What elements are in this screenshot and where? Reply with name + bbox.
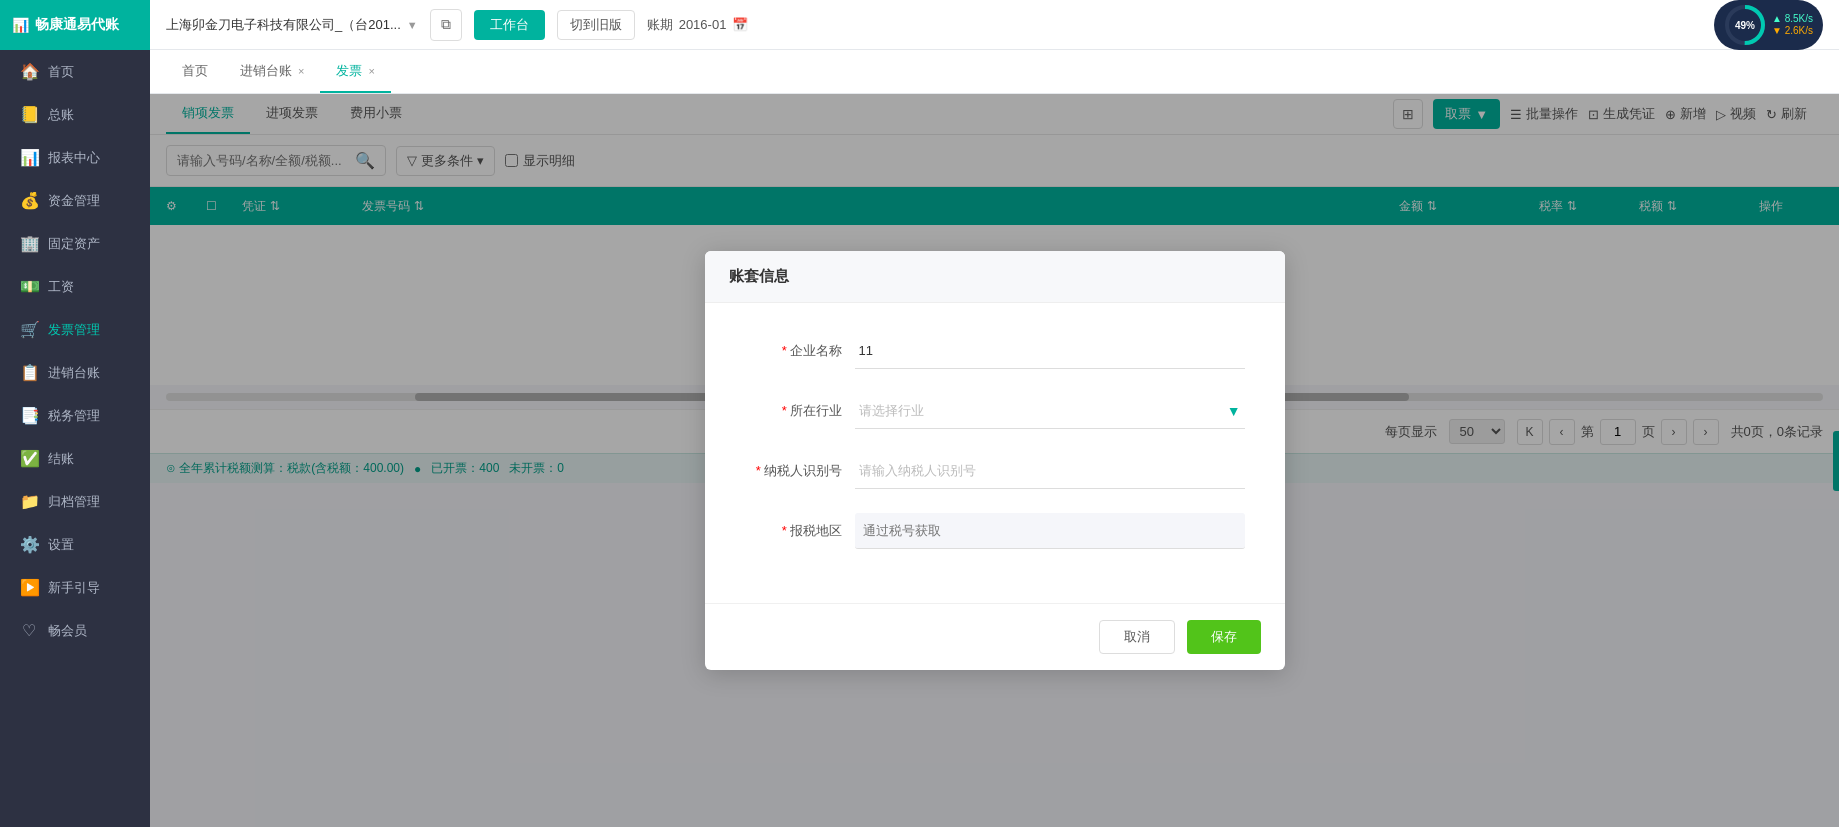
archive-icon: 📁 [20, 492, 38, 511]
sidebar-label-tax-mgmt: 税务管理 [48, 407, 100, 425]
settlement-icon: ✅ [20, 449, 38, 468]
sidebar-item-reports[interactable]: 📊 报表中心 [0, 136, 150, 179]
form-row-tax-id: * 纳税人识别号 [745, 453, 1245, 489]
guide-icon: ▶️ [20, 578, 38, 597]
logo-text: 畅康通易代账 [35, 16, 119, 34]
form-label-industry: * 所在行业 [745, 402, 855, 420]
sidebar-label-ledger: 总账 [48, 106, 74, 124]
form-label-company-name: * 企业名称 [745, 342, 855, 360]
sidebar-item-funds[interactable]: 💰 资金管理 [0, 179, 150, 222]
form-row-company-name: * 企业名称 [745, 333, 1245, 369]
sidebar-item-payroll[interactable]: 💵 工资 [0, 265, 150, 308]
company-selector[interactable]: 上海卯金刀电子科技有限公司_（台201... ▼ [166, 16, 418, 34]
logo-icon: 📊 [12, 17, 29, 33]
speed-info: ▲ 8.5K/s ▼ 2.6K/s [1772, 13, 1813, 36]
cancel-button[interactable]: 取消 [1099, 620, 1175, 654]
sidebar-label-fixed-assets: 固定资产 [48, 235, 100, 253]
sidebar-item-fixed-assets[interactable]: 🏢 固定资产 [0, 222, 150, 265]
sidebar-logo: 📊 畅康通易代账 [0, 0, 150, 50]
tabbar: 首页进销台账 ×发票 × [150, 50, 1839, 94]
ledger-icon: 📒 [20, 105, 38, 124]
sidebar-item-purchase-sale[interactable]: 📋 进销台账 [0, 351, 150, 394]
sidebar-item-invoice-mgmt[interactable]: 🛒 发票管理 [0, 308, 150, 351]
tab-home[interactable]: 首页 [166, 50, 224, 93]
dialog-title: 账套信息 [705, 251, 1285, 303]
sidebar-label-reports: 报表中心 [48, 149, 100, 167]
field-tax-id[interactable] [855, 453, 1245, 489]
tax-mgmt-icon: 📑 [20, 406, 38, 425]
topbar-copy-icon[interactable]: ⧉ [430, 9, 462, 41]
select-arrow-industry: ▼ [1227, 403, 1241, 419]
sidebar-label-funds: 资金管理 [48, 192, 100, 210]
percent-circle: 49% [1724, 4, 1766, 46]
sidebar-label-guide: 新手引导 [48, 579, 100, 597]
sidebar-item-settlement[interactable]: ✅ 结账 [0, 437, 150, 480]
form-label-tax-region: * 报税地区 [745, 522, 855, 540]
company-name: 上海卯金刀电子科技有限公司_（台201... [166, 16, 401, 34]
sidebar-label-home: 首页 [48, 63, 74, 81]
sidebar-item-settings[interactable]: ⚙️ 设置 [0, 523, 150, 566]
switch-old-button[interactable]: 切到旧版 [557, 10, 635, 40]
speed-down: ▼ 2.6K/s [1772, 25, 1813, 36]
sidebar-label-archive: 归档管理 [48, 493, 100, 511]
sidebar-label-settlement: 结账 [48, 450, 74, 468]
period-info: 账期 2016-01 📅 [647, 16, 749, 34]
speed-up: ▲ 8.5K/s [1772, 13, 1813, 24]
reports-icon: 📊 [20, 148, 38, 167]
form-row-industry: * 所在行业请选择行业▼ [745, 393, 1245, 429]
dialog: 账套信息 * 企业名称 * 所在行业请选择行业▼ * 纳税人识别号 * 报税地区 取消… [705, 251, 1285, 670]
percent-label: 49% [1735, 19, 1755, 30]
field-industry[interactable]: 请选择行业▼ [855, 393, 1245, 429]
purchase-sale-icon: 📋 [20, 363, 38, 382]
sidebar-item-home[interactable]: 🏠 首页 [0, 50, 150, 93]
payroll-icon: 💵 [20, 277, 38, 296]
topbar: 上海卯金刀电子科技有限公司_（台201... ▼ ⧉ 工作台 切到旧版 账期 2… [150, 0, 1839, 50]
tab-close-invoice[interactable]: × [368, 65, 374, 77]
invoice-mgmt-icon: 🛒 [20, 320, 38, 339]
company-dropdown-arrow: ▼ [407, 19, 418, 31]
dialog-overlay: 账套信息 * 企业名称 * 所在行业请选择行业▼ * 纳税人识别号 * 报税地区 取消… [150, 94, 1839, 827]
fixed-assets-icon: 🏢 [20, 234, 38, 253]
sidebar-label-settings: 设置 [48, 536, 74, 554]
dialog-body: * 企业名称 * 所在行业请选择行业▼ * 纳税人识别号 * 报税地区 [705, 303, 1285, 603]
sidebar-label-purchase-sale: 进销台账 [48, 364, 100, 382]
save-button[interactable]: 保存 [1187, 620, 1261, 654]
member-icon: ♡ [20, 621, 38, 640]
tab-purchase-sale[interactable]: 进销台账 × [224, 50, 320, 93]
calendar-icon[interactable]: 📅 [732, 17, 748, 32]
sidebar-item-guide[interactable]: ▶️ 新手引导 [0, 566, 150, 609]
sidebar-label-payroll: 工资 [48, 278, 74, 296]
main-area: 上海卯金刀电子科技有限公司_（台201... ▼ ⧉ 工作台 切到旧版 账期 2… [150, 0, 1839, 827]
home-icon: 🏠 [20, 62, 38, 81]
field-company-name[interactable] [855, 333, 1245, 369]
tab-invoice[interactable]: 发票 × [320, 50, 390, 93]
network-widget: 49% ▲ 8.5K/s ▼ 2.6K/s [1714, 0, 1823, 50]
content-area: 销项发票进项发票费用小票 ⊞ 取票 ▼ ☰ 批量操作 ⊡ 生成凭证 ⊕ 新增 [150, 94, 1839, 827]
form-label-tax-id: * 纳税人识别号 [745, 462, 855, 480]
sidebar-item-ledger[interactable]: 📒 总账 [0, 93, 150, 136]
tab-close-purchase-sale[interactable]: × [298, 65, 304, 77]
workspace-button[interactable]: 工作台 [474, 10, 545, 40]
sidebar: 📊 畅康通易代账 🏠 首页 📒 总账 📊 报表中心 💰 资金管理 🏢 固定资产 💵 工资 🛒 发票管理 📋 进… [0, 0, 150, 827]
sidebar-item-tax-mgmt[interactable]: 📑 税务管理 [0, 394, 150, 437]
sidebar-label-invoice-mgmt: 发票管理 [48, 321, 100, 339]
topbar-right: 49% ▲ 8.5K/s ▼ 2.6K/s [1714, 0, 1823, 50]
funds-icon: 💰 [20, 191, 38, 210]
sidebar-item-archive[interactable]: 📁 归档管理 [0, 480, 150, 523]
settings-icon: ⚙️ [20, 535, 38, 554]
sidebar-item-member[interactable]: ♡ 畅会员 [0, 609, 150, 652]
field-tax-region [855, 513, 1245, 549]
dialog-footer: 取消 保存 [705, 603, 1285, 670]
sidebar-label-member: 畅会员 [48, 622, 87, 640]
form-row-tax-region: * 报税地区 [745, 513, 1245, 549]
